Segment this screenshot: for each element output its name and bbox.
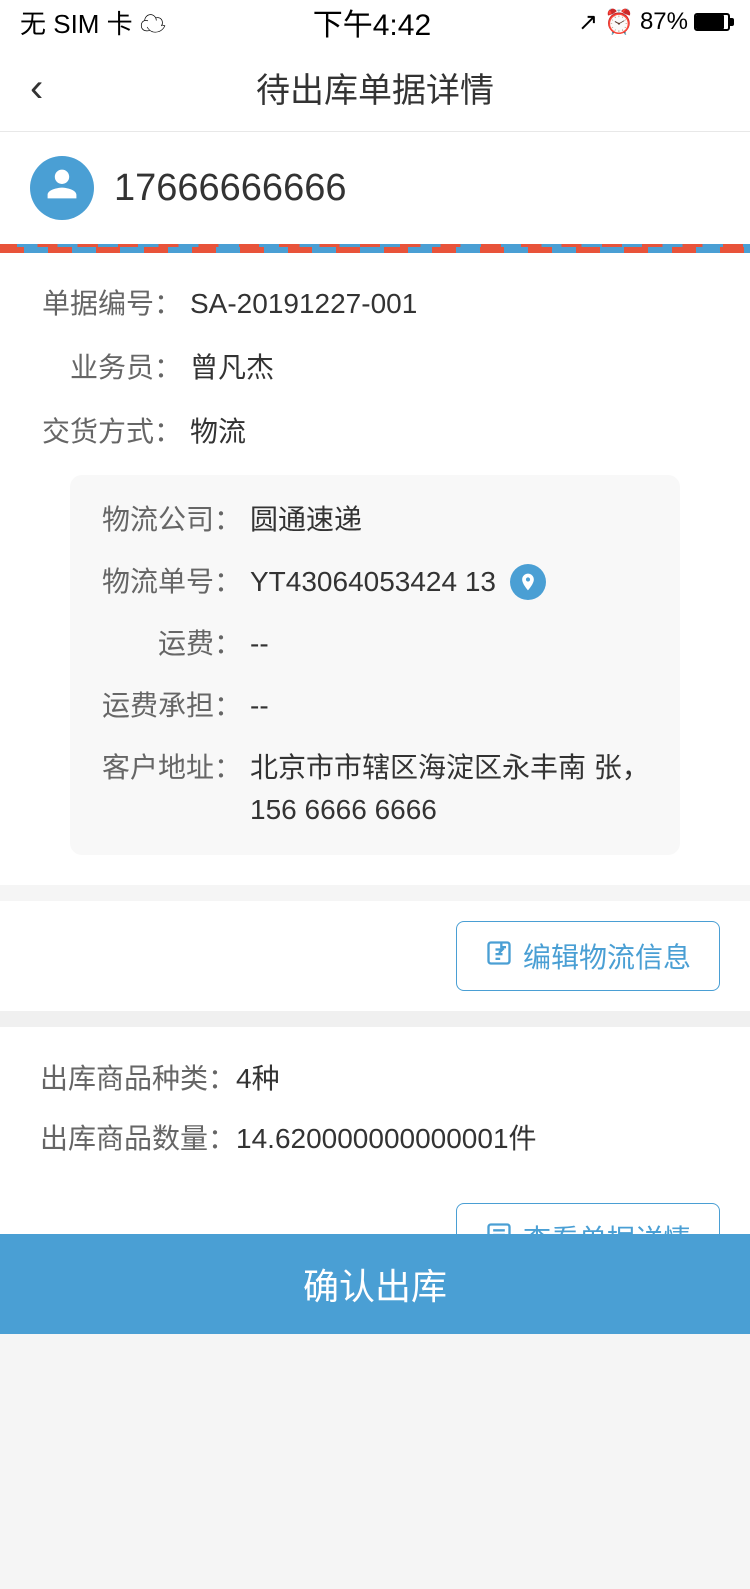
customer-phone: 17666666666 bbox=[114, 167, 346, 210]
freight-bearer-value: -- bbox=[250, 685, 650, 727]
category-label: 出库商品种类： bbox=[40, 1057, 236, 1097]
customer-header: 17666666666 bbox=[0, 132, 750, 247]
edit-logistics-label: 编辑物流信息 bbox=[523, 936, 691, 976]
delivery-value: 物流 bbox=[190, 411, 710, 453]
freight-label: 运费： bbox=[100, 623, 250, 665]
salesman-value: 曾凡杰 bbox=[190, 347, 710, 389]
salesman-row: 业务员： 曾凡杰 bbox=[40, 347, 710, 389]
page-title: 待出库单据详情 bbox=[256, 63, 494, 112]
sim-label: 无 SIM 卡 ☁ bbox=[20, 4, 166, 41]
status-bar: 无 SIM 卡 ☁ 下午4:42 ↗ ⏰ 87% bbox=[0, 0, 750, 44]
alarm-icon: ⏰ bbox=[604, 8, 634, 37]
quantity-label: 出库商品数量： bbox=[40, 1117, 236, 1157]
status-left: 无 SIM 卡 ☁ bbox=[20, 4, 166, 41]
freight-value: -- bbox=[250, 623, 650, 665]
edit-icon bbox=[485, 939, 513, 974]
nav-bar: ‹ 待出库单据详情 bbox=[0, 44, 750, 132]
section-divider bbox=[0, 1011, 750, 1027]
category-value: 4种 bbox=[236, 1057, 280, 1097]
tracking-row: 物流单号： YT43064053424 13 bbox=[100, 561, 650, 603]
salesman-label: 业务员： bbox=[40, 347, 190, 389]
freight-row: 运费： -- bbox=[100, 623, 650, 665]
status-right: ↗ ⏰ 87% bbox=[578, 8, 730, 37]
edit-logistics-button[interactable]: 编辑物流信息 bbox=[456, 921, 720, 991]
back-button[interactable]: ‹ bbox=[30, 68, 43, 108]
freight-bearer-label: 运费承担： bbox=[100, 685, 250, 727]
tracking-value: YT43064053424 13 bbox=[250, 561, 650, 603]
document-no-row: 单据编号： SA-20191227-001 bbox=[40, 283, 710, 325]
delivery-label: 交货方式： bbox=[40, 411, 190, 453]
tracking-number-text: YT43064053424 13 bbox=[250, 561, 496, 603]
logistics-company-label: 物流公司： bbox=[100, 499, 250, 541]
basic-info-section: 单据编号： SA-20191227-001 业务员： 曾凡杰 交货方式： 物流 … bbox=[0, 253, 750, 885]
document-no-label: 单据编号： bbox=[40, 283, 190, 325]
confirm-outbound-button[interactable]: 确认出库 bbox=[0, 1234, 750, 1334]
battery-label: 87% bbox=[640, 8, 688, 36]
battery-icon bbox=[694, 13, 730, 31]
freight-bearer-row: 运费承担： -- bbox=[100, 685, 650, 727]
location-status-icon: ↗ bbox=[578, 8, 598, 37]
status-time: 下午4:42 bbox=[313, 0, 431, 44]
address-value: 北京市市辖区海淀区永丰南 张，156 6666 6666 bbox=[250, 747, 650, 831]
category-row: 出库商品种类： 4种 bbox=[40, 1057, 710, 1097]
person-icon bbox=[44, 166, 80, 211]
logistics-company-row: 物流公司： 圆通速递 bbox=[100, 499, 650, 541]
address-row: 客户地址： 北京市市辖区海淀区永丰南 张，156 6666 6666 bbox=[100, 747, 650, 831]
address-label: 客户地址： bbox=[100, 747, 250, 789]
tracking-label: 物流单号： bbox=[100, 561, 250, 603]
quantity-value: 14.620000000000001件 bbox=[236, 1117, 537, 1157]
edit-logistics-row: 编辑物流信息 bbox=[0, 901, 750, 1011]
avatar bbox=[30, 156, 94, 220]
quantity-row: 出库商品数量： 14.620000000000001件 bbox=[40, 1117, 710, 1157]
confirm-btn-text: 确认出库 bbox=[303, 1258, 447, 1310]
summary-section: 出库商品种类： 4种 出库商品数量： 14.620000000000001件 bbox=[0, 1027, 750, 1187]
logistics-card: 物流公司： 圆通速递 物流单号： YT43064053424 13 运费： --… bbox=[70, 475, 680, 855]
tracking-location-icon[interactable] bbox=[510, 564, 546, 600]
delivery-row: 交货方式： 物流 bbox=[40, 411, 710, 453]
document-no-value: SA-20191227-001 bbox=[190, 283, 710, 325]
logistics-company-value: 圆通速递 bbox=[250, 499, 650, 541]
